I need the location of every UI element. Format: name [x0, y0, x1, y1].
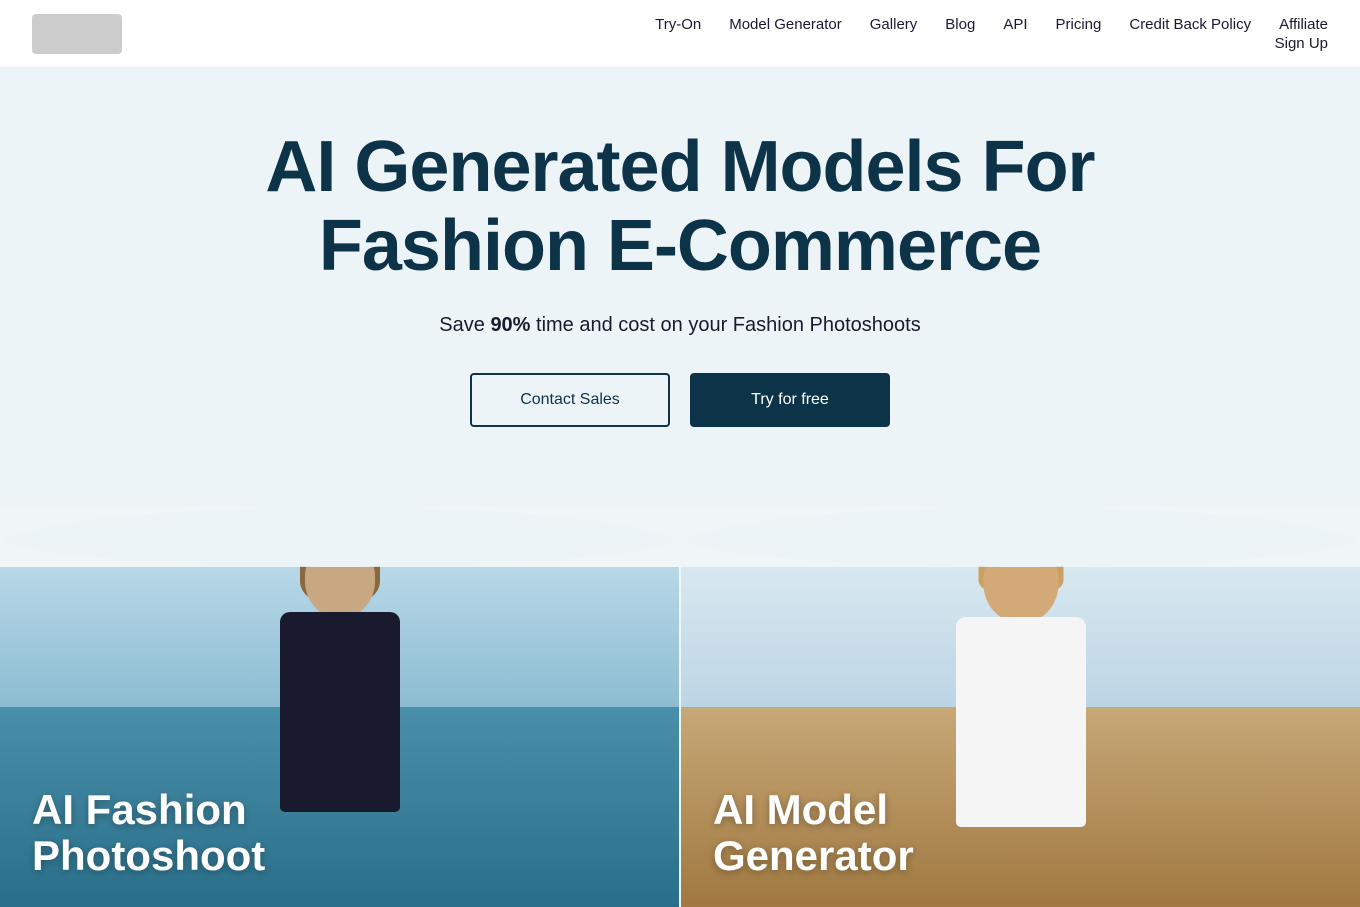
nav-link-model-generator[interactable]: Model Generator — [729, 16, 842, 33]
logo[interactable] — [32, 14, 122, 54]
female-head — [305, 537, 375, 617]
fashion-photoshoot-card[interactable]: AI Fashion Photoshoot — [0, 507, 679, 907]
nav-top-row: Try-On Model Generator Gallery Blog API … — [655, 16, 1328, 33]
nav-link-credit-back-policy[interactable]: Credit Back Policy — [1129, 16, 1251, 33]
nav-links-container: Try-On Model Generator Gallery Blog API … — [655, 16, 1328, 52]
hero-section: AI Generated Models For Fashion E-Commer… — [0, 68, 1360, 507]
female-model-figure — [230, 537, 450, 907]
hero-title: AI Generated Models For Fashion E-Commer… — [230, 128, 1130, 286]
male-head — [983, 537, 1058, 622]
nav-link-pricing[interactable]: Pricing — [1056, 16, 1102, 33]
nav-link-try-on[interactable]: Try-On — [655, 16, 701, 33]
nav-link-api[interactable]: API — [1003, 16, 1027, 33]
nav-link-sign-up[interactable]: Sign Up — [1275, 35, 1328, 52]
nav-link-blog[interactable]: Blog — [945, 16, 975, 33]
hero-subtitle: Save 90% time and cost on your Fashion P… — [20, 314, 1340, 337]
female-body — [280, 612, 400, 812]
nav-bottom-row: Sign Up — [1275, 35, 1328, 52]
nav-link-gallery[interactable]: Gallery — [870, 16, 918, 33]
hero-buttons: Contact Sales Try for free — [20, 373, 1340, 427]
model-generator-label: AI Model Generator — [713, 787, 914, 879]
contact-sales-button[interactable]: Contact Sales — [470, 373, 670, 427]
navbar: Try-On Model Generator Gallery Blog API … — [0, 0, 1360, 68]
try-for-free-button[interactable]: Try for free — [690, 373, 890, 427]
image-cards-section: AI Fashion Photoshoot AI Model Generator — [0, 507, 1360, 907]
male-model-figure — [911, 537, 1131, 907]
nav-link-affiliate[interactable]: Affiliate — [1279, 16, 1328, 33]
model-generator-card[interactable]: AI Model Generator — [681, 507, 1360, 907]
male-body — [956, 617, 1086, 827]
